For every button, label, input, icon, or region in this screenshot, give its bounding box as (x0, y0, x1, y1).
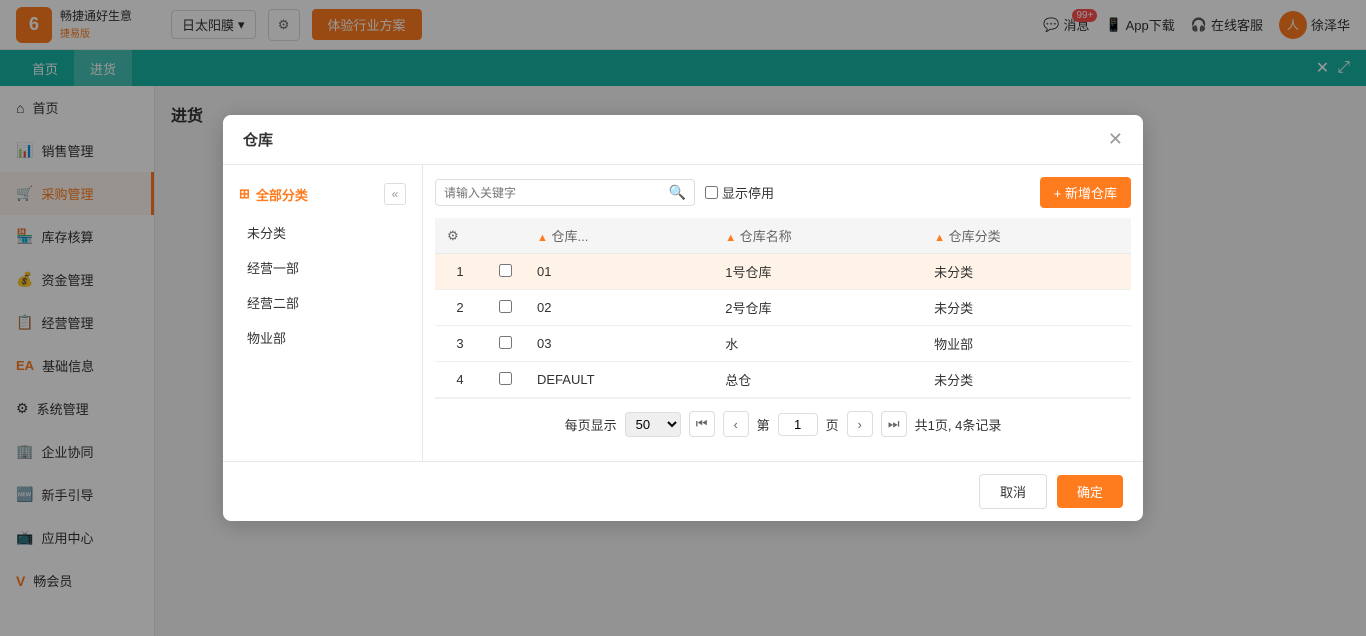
table-row[interactable]: 1 01 1号仓库 未分类 (435, 254, 1131, 290)
sort-icon-cat: ▲ (934, 232, 945, 244)
row-name: 2号仓库 (713, 290, 922, 326)
row-category: 物业部 (922, 326, 1131, 362)
grid-icon: ⊞ (239, 186, 250, 202)
pagination: 每页显示 50 100 ⏮ ‹ 第 页 › ⏭ 共1页, 4条记录 (435, 398, 1131, 449)
table-toolbar: 🔍 显示停用 + 新增仓库 (435, 177, 1131, 208)
last-page-button[interactable]: ⏭ (881, 411, 907, 437)
modal-title: 仓库 (243, 129, 273, 150)
sort-icon-name: ▲ (725, 232, 736, 244)
modal-overlay: 仓库 ✕ ⊞ 全部分类 « 未分类 经营一部 经营二部 物业部 (0, 0, 1366, 636)
show-disabled-label: 显示停用 (722, 183, 774, 202)
row-category: 未分类 (922, 290, 1131, 326)
table-row[interactable]: 4 DEFAULT 总仓 未分类 (435, 362, 1131, 398)
row-name: 1号仓库 (713, 254, 922, 290)
show-disabled-checkbox-label[interactable]: 显示停用 (705, 183, 774, 202)
table-container: ⚙ ▲ 仓库... ▲ 仓库名称 ▲ 仓库分类 (435, 218, 1131, 398)
row-gear: 4 (435, 362, 485, 398)
modal-header: 仓库 ✕ (223, 115, 1143, 165)
table-body: 1 01 1号仓库 未分类 2 (435, 254, 1131, 398)
category-panel: ⊞ 全部分类 « 未分类 经营一部 经营二部 物业部 (223, 165, 423, 461)
row-gear: 3 (435, 326, 485, 362)
col-header-name: ▲ 仓库名称 (713, 218, 922, 254)
collapse-button[interactable]: « (384, 183, 406, 205)
show-disabled-checkbox[interactable] (705, 186, 718, 199)
table-row[interactable]: 2 02 2号仓库 未分类 (435, 290, 1131, 326)
close-icon[interactable]: ✕ (1108, 129, 1123, 150)
table-panel: 🔍 显示停用 + 新增仓库 ⚙ (423, 165, 1143, 461)
sort-icon: ▲ (537, 232, 548, 244)
category-item-dept2[interactable]: 经营二部 (223, 285, 422, 320)
col-header-check (485, 218, 525, 254)
row-code: 01 (525, 254, 713, 290)
col-header-category: ▲ 仓库分类 (922, 218, 1131, 254)
first-page-button[interactable]: ⏮ (689, 411, 715, 437)
row-code: 02 (525, 290, 713, 326)
row-checkbox-cell (485, 254, 525, 290)
row-checkbox-cell (485, 362, 525, 398)
row-gear: 2 (435, 290, 485, 326)
row-checkbox-cell (485, 290, 525, 326)
all-category-label: 全部分类 (256, 185, 308, 204)
cancel-button[interactable]: 取消 (979, 474, 1047, 509)
row-category: 未分类 (922, 362, 1131, 398)
page-number-input[interactable] (778, 413, 818, 436)
row-name: 总仓 (713, 362, 922, 398)
modal-body: ⊞ 全部分类 « 未分类 经营一部 经营二部 物业部 🔍 (223, 165, 1143, 461)
confirm-button[interactable]: 确定 (1057, 475, 1123, 508)
table-row[interactable]: 3 03 水 物业部 (435, 326, 1131, 362)
warehouse-modal: 仓库 ✕ ⊞ 全部分类 « 未分类 经营一部 经营二部 物业部 (223, 115, 1143, 521)
category-item-dept1[interactable]: 经营一部 (223, 250, 422, 285)
modal-footer: 取消 确定 (223, 461, 1143, 521)
row-code: DEFAULT (525, 362, 713, 398)
prev-page-button[interactable]: ‹ (723, 411, 749, 437)
row-checkbox[interactable] (499, 372, 512, 385)
row-checkbox-cell (485, 326, 525, 362)
search-input-wrap: 🔍 (435, 179, 695, 206)
page-unit: 页 (826, 415, 839, 434)
page-label: 第 (757, 415, 770, 434)
row-checkbox[interactable] (499, 300, 512, 313)
next-page-button[interactable]: › (847, 411, 873, 437)
row-checkbox[interactable] (499, 264, 512, 277)
category-item-unclassified[interactable]: 未分类 (223, 215, 422, 250)
search-input[interactable] (444, 186, 663, 200)
total-info: 共1页, 4条记录 (915, 415, 1002, 434)
category-item-property[interactable]: 物业部 (223, 320, 422, 355)
row-code: 03 (525, 326, 713, 362)
row-name: 水 (713, 326, 922, 362)
page-size-dropdown[interactable]: 50 100 (625, 412, 681, 437)
table-header: ⚙ ▲ 仓库... ▲ 仓库名称 ▲ 仓库分类 (435, 218, 1131, 254)
row-gear: 1 (435, 254, 485, 290)
col-header-code: ▲ 仓库... (525, 218, 713, 254)
add-warehouse-button[interactable]: + 新增仓库 (1040, 177, 1131, 208)
row-checkbox[interactable] (499, 336, 512, 349)
per-page-label: 每页显示 (565, 415, 617, 434)
all-category-button[interactable]: ⊞ 全部分类 (239, 185, 308, 204)
col-header-gear: ⚙ (435, 218, 485, 254)
warehouse-table: ⚙ ▲ 仓库... ▲ 仓库名称 ▲ 仓库分类 (435, 218, 1131, 398)
category-header: ⊞ 全部分类 « (223, 177, 422, 215)
row-category: 未分类 (922, 254, 1131, 290)
page-size-select: 50 100 (625, 412, 681, 437)
search-icon: 🔍 (669, 184, 686, 201)
